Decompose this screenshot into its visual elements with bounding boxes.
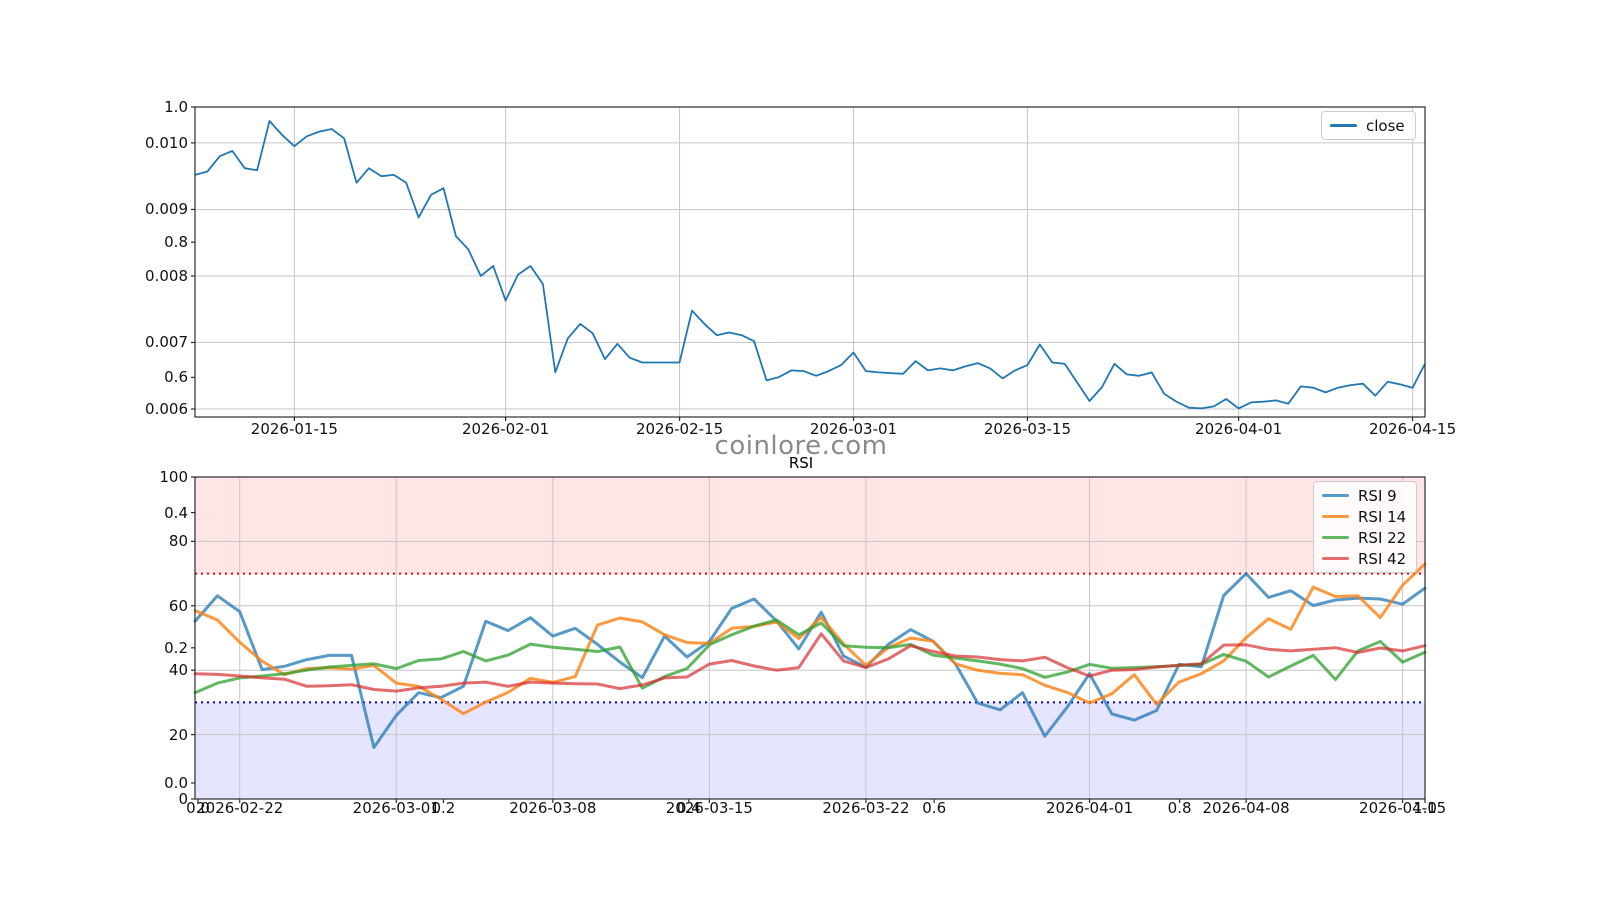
legend-label: close bbox=[1366, 116, 1405, 135]
y-tick-label: 0.010 bbox=[145, 133, 188, 152]
legend-line-swatch bbox=[1330, 124, 1357, 127]
overlay-y-tick-label: 1.0 bbox=[164, 98, 188, 116]
y-tick-label: 0.006 bbox=[145, 400, 188, 419]
overlay-x-tick-label: 0.0 bbox=[186, 799, 210, 817]
y-tick-label: 40 bbox=[168, 661, 188, 680]
y-tick-label: 0.008 bbox=[145, 266, 188, 285]
overlay-x-tick-label: 0.6 bbox=[922, 799, 947, 817]
x-tick-label: 2026-01-15 bbox=[250, 420, 338, 438]
legend-entry: RSI 14 bbox=[1322, 506, 1406, 527]
rsi-panel-title: RSI bbox=[788, 454, 814, 472]
plot-frame bbox=[194, 106, 1426, 418]
overlay-x-tick-label: 0.8 bbox=[1167, 799, 1192, 817]
overlay-y-tick-label: 0.2 bbox=[164, 638, 188, 657]
overlay-y-tick-label: 0.6 bbox=[164, 368, 188, 387]
overlay-x-tick-label: 1.0 bbox=[1413, 799, 1437, 817]
x-tick-label: 2026-02-15 bbox=[635, 420, 724, 438]
legend-label: RSI 14 bbox=[1358, 507, 1407, 526]
x-tick-label: 2026-04-15 bbox=[1368, 420, 1457, 438]
legend-line-swatch bbox=[1322, 515, 1349, 518]
y-tick-label: 100 bbox=[159, 468, 188, 486]
legend-label: RSI 9 bbox=[1358, 486, 1397, 505]
legend-label: RSI 42 bbox=[1358, 549, 1407, 568]
overlay-x-tick-label: 0.4 bbox=[676, 799, 701, 817]
x-tick-label: 2026-03-15 bbox=[983, 420, 1072, 438]
y-tick-label: 0.009 bbox=[145, 200, 188, 219]
overlay-y-tick-label: 0.8 bbox=[164, 233, 188, 252]
x-tick-label: 2026-03-01 bbox=[352, 799, 440, 817]
overlay-x-tick-label: 0.2 bbox=[431, 799, 456, 817]
legend-entry: RSI 22 bbox=[1322, 527, 1406, 548]
x-tick-label: 2026-03-08 bbox=[509, 799, 597, 817]
y-tick-label: 80 bbox=[168, 532, 188, 551]
legend-line-swatch bbox=[1322, 536, 1349, 539]
price-legend: close bbox=[1321, 111, 1416, 140]
overlay-y-tick-label: 0.0 bbox=[164, 774, 188, 792]
legend-entry: close bbox=[1330, 115, 1405, 136]
x-tick-label: 2026-03-22 bbox=[822, 799, 910, 817]
y-tick-label: 20 bbox=[168, 725, 188, 744]
overbought-band bbox=[195, 477, 1425, 574]
rsi-legend: RSI 9 RSI 14 RSI 22 RSI 42 bbox=[1313, 481, 1418, 573]
x-tick-label: 2026-04-01 bbox=[1045, 799, 1134, 817]
price-close-line bbox=[194, 120, 1426, 410]
figure-canvas: 2026-01-15 2026-02-01 2026-02-15 2026-03-01… bbox=[0, 0, 1600, 900]
x-tick-label: 2026-04-01 bbox=[1195, 420, 1283, 438]
y-tick-label: 60 bbox=[168, 596, 188, 615]
x-tick-label: 2026-04-08 bbox=[1202, 799, 1290, 817]
y-tick-label: 0.007 bbox=[145, 333, 188, 352]
x-tick-label: 2026-02-01 bbox=[462, 420, 550, 438]
legend-label: RSI 22 bbox=[1358, 528, 1407, 547]
legend-line-swatch bbox=[1322, 557, 1349, 560]
overlay-y-tick-label: 0.4 bbox=[164, 503, 188, 522]
legend-line-swatch bbox=[1322, 494, 1349, 497]
oversold-band bbox=[195, 702, 1425, 799]
legend-entry: RSI 42 bbox=[1322, 548, 1406, 569]
legend-entry: RSI 9 bbox=[1322, 485, 1406, 506]
